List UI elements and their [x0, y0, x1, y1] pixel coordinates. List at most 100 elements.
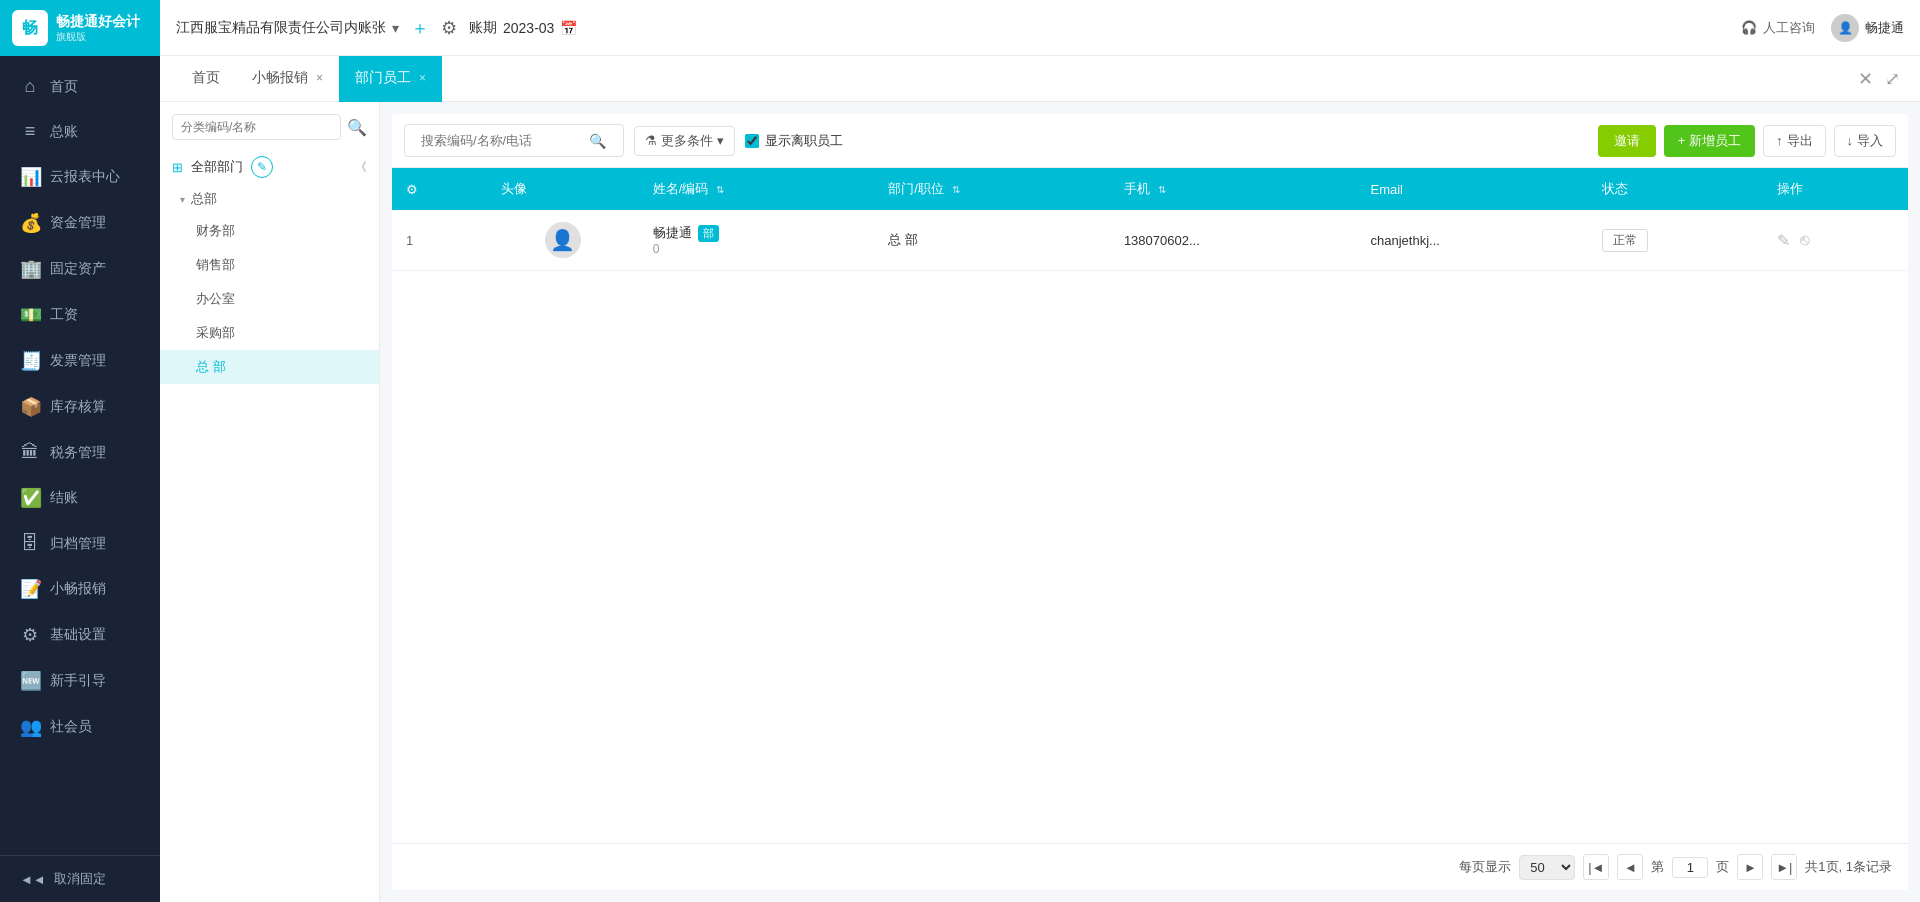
- sidebar-item-label: 社会员: [50, 718, 92, 736]
- emp-code: 0: [653, 242, 861, 256]
- tab-expense[interactable]: 小畅报销 ×: [236, 56, 339, 102]
- tab-dept-emp-close[interactable]: ×: [419, 71, 426, 85]
- add-employee-button[interactable]: + 新增员工: [1664, 125, 1755, 157]
- dept-item-label: 总 部: [196, 359, 226, 374]
- toolbar-right-actions: 邀请 + 新增员工 ↑ 导出 ↓ 导入: [1598, 125, 1896, 157]
- col-dept[interactable]: 部门/职位 ⇅: [874, 168, 1110, 210]
- consult-button[interactable]: 🎧 人工咨询: [1741, 19, 1815, 37]
- sidebar-item-tax[interactable]: 🏛 税务管理: [0, 430, 160, 475]
- page-size-select[interactable]: 50 20 100: [1519, 855, 1575, 880]
- sidebar-item-assets[interactable]: 🏢 固定资产: [0, 246, 160, 292]
- row-phone: 138070602...: [1110, 210, 1357, 271]
- sidebar-item-invoice[interactable]: 🧾 发票管理: [0, 338, 160, 384]
- row-status: 正常: [1588, 210, 1764, 271]
- tab-dept-emp[interactable]: 部门员工 ×: [339, 56, 442, 102]
- pin-icon: ◄◄: [20, 872, 46, 887]
- checkout-icon: ✅: [20, 487, 40, 509]
- sidebar-item-ledger[interactable]: ≡ 总账: [0, 109, 160, 154]
- dept-item-sales[interactable]: 销售部: [160, 248, 379, 282]
- company-dropdown-icon[interactable]: ▾: [392, 20, 399, 36]
- col-settings[interactable]: ⚙: [392, 168, 487, 210]
- export-label: 导出: [1787, 132, 1813, 150]
- export-icon: ↑: [1776, 133, 1783, 148]
- dept-edit-icon[interactable]: ✎: [251, 156, 273, 178]
- sidebar-item-label: 工资: [50, 306, 78, 324]
- sidebar: 畅 畅捷通好会计 旗舰版 ⌂ 首页 ≡ 总账 📊 云报表中心 💰 资金管理 🏢 …: [0, 0, 160, 902]
- sidebar-item-label: 首页: [50, 78, 78, 96]
- dept-item-label: 办公室: [196, 291, 235, 306]
- filter-label: 更多条件: [661, 132, 713, 150]
- sidebar-item-expense[interactable]: 📝 小畅报销: [0, 566, 160, 612]
- assets-icon: 🏢: [20, 258, 40, 280]
- page-label: 第: [1651, 858, 1664, 876]
- emp-badge: 部: [698, 225, 719, 242]
- dept-search-input[interactable]: [172, 114, 341, 140]
- col-name[interactable]: 姓名/编码 ⇅: [639, 168, 875, 210]
- tab-dept-emp-label: 部门员工: [355, 69, 411, 87]
- export-button[interactable]: ↑ 导出: [1763, 125, 1826, 157]
- dept-item-purchase[interactable]: 采购部: [160, 316, 379, 350]
- row-avatar: 👤: [487, 210, 639, 270]
- sidebar-item-label: 归档管理: [50, 535, 106, 553]
- dept-collapse-icon[interactable]: 《: [355, 159, 367, 176]
- sidebar-item-label: 基础设置: [50, 626, 106, 644]
- topbar-settings-icon[interactable]: ⚙: [441, 17, 457, 39]
- dept-search-bar: 🔍: [160, 114, 379, 150]
- tax-icon: 🏛: [20, 442, 40, 463]
- sidebar-item-salary[interactable]: 💵 工资: [0, 292, 160, 338]
- emp-search-icon[interactable]: 🔍: [589, 133, 606, 149]
- page-number-input[interactable]: 1: [1672, 857, 1708, 878]
- col-settings-icon: ⚙: [406, 182, 418, 197]
- col-email: Email: [1356, 168, 1587, 210]
- show-resigned-input[interactable]: [745, 134, 759, 148]
- import-button[interactable]: ↓ 导入: [1834, 125, 1897, 157]
- sidebar-item-guide[interactable]: 🆕 新手引导: [0, 658, 160, 704]
- filter-button[interactable]: ⚗ 更多条件 ▾: [634, 126, 735, 156]
- add-company-icon[interactable]: ＋: [411, 16, 429, 40]
- dept-item-hq[interactable]: 总 部: [160, 350, 379, 384]
- sidebar-item-capital[interactable]: 💰 资金管理: [0, 200, 160, 246]
- user-menu[interactable]: 👤 畅捷通: [1831, 14, 1904, 42]
- sidebar-item-reports[interactable]: 📊 云报表中心: [0, 154, 160, 200]
- invite-button[interactable]: 邀请: [1598, 125, 1656, 157]
- tab-expense-close[interactable]: ×: [316, 71, 323, 85]
- col-phone[interactable]: 手机 ⇅: [1110, 168, 1357, 210]
- sidebar-item-more[interactable]: 👥 社会员: [0, 704, 160, 750]
- window-close-icon[interactable]: ✕: [1854, 64, 1877, 94]
- period-value: 2023-03: [503, 20, 554, 36]
- logout-icon[interactable]: ⎋: [1800, 231, 1810, 249]
- show-resigned-checkbox[interactable]: 显示离职员工: [745, 132, 843, 150]
- page-last-button[interactable]: ►|: [1771, 854, 1797, 880]
- sidebar-item-label: 发票管理: [50, 352, 106, 370]
- dept-group-zongbu[interactable]: ▾ 总部: [160, 184, 379, 214]
- all-dept-header[interactable]: ⊞ 全部部门 ✎ 《: [160, 150, 379, 184]
- page-first-button[interactable]: |◄: [1583, 854, 1609, 880]
- status-badge: 正常: [1602, 229, 1648, 252]
- calendar-icon[interactable]: 📅: [560, 20, 577, 36]
- page-next-button[interactable]: ►: [1737, 854, 1763, 880]
- col-status: 状态: [1588, 168, 1764, 210]
- sidebar-item-settings[interactable]: ⚙ 基础设置: [0, 612, 160, 658]
- tab-home[interactable]: 首页: [176, 56, 236, 102]
- action-buttons: ✎ ⎋: [1777, 231, 1894, 250]
- window-expand-icon[interactable]: ⤢: [1881, 64, 1904, 94]
- period-label: 账期: [469, 19, 497, 37]
- sidebar-item-home[interactable]: ⌂ 首页: [0, 64, 160, 109]
- edit-icon[interactable]: ✎: [1777, 231, 1790, 250]
- more-icon: 👥: [20, 716, 40, 738]
- dept-item-finance[interactable]: 财务部: [160, 214, 379, 248]
- company-name-text: 江西服宝精品有限责任公司内账张: [176, 19, 386, 37]
- page-prev-button[interactable]: ◄: [1617, 854, 1643, 880]
- dept-search-icon[interactable]: 🔍: [347, 118, 367, 137]
- home-icon: ⌂: [20, 76, 40, 97]
- emp-search-input[interactable]: [413, 129, 583, 152]
- tabbar: 首页 小畅报销 × 部门员工 × ✕ ⤢: [160, 56, 1920, 102]
- grid-icon: ⊞: [172, 160, 183, 175]
- sidebar-pin-toggle[interactable]: ◄◄ 取消固定: [0, 855, 160, 902]
- dept-item-office[interactable]: 办公室: [160, 282, 379, 316]
- sidebar-item-archive[interactable]: 🗄 归档管理: [0, 521, 160, 566]
- guide-icon: 🆕: [20, 670, 40, 692]
- sidebar-item-inventory[interactable]: 📦 库存核算: [0, 384, 160, 430]
- sidebar-item-checkout[interactable]: ✅ 结账: [0, 475, 160, 521]
- sidebar-item-label: 新手引导: [50, 672, 106, 690]
